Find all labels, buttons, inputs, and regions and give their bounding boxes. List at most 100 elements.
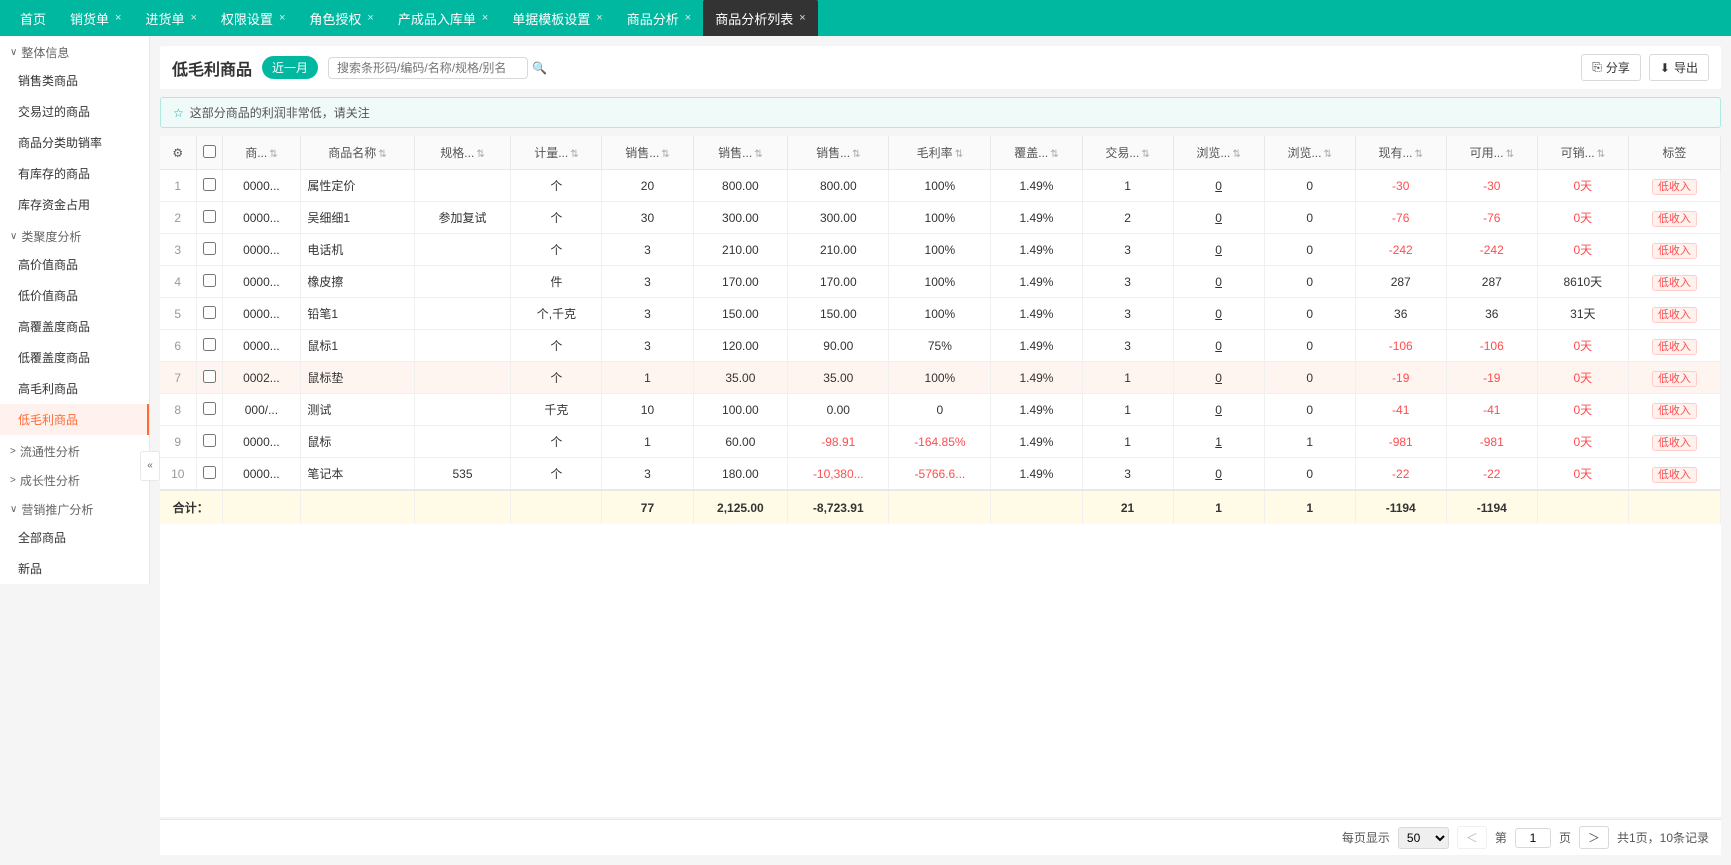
row-checkbox[interactable] [196,266,222,298]
nav-purchase-order[interactable]: 进货单 × [133,0,208,36]
sidebar-item-inventory-capital[interactable]: 库存资金占用 [0,189,149,220]
search-icon[interactable]: 🔍 [532,61,547,75]
sidebar-item-stocked-products[interactable]: 有库存的商品 [0,158,149,189]
sidebar-item-new-products[interactable]: 新品 [0,553,149,584]
col-coverage[interactable]: 覆盖...⇅ [991,136,1082,170]
row-checkbox[interactable] [196,202,222,234]
row-checkbox[interactable] [196,362,222,394]
col-gross-rate[interactable]: 毛利率⇅ [889,136,991,170]
col-spec[interactable]: 规格...⇅ [414,136,511,170]
sidebar-section-growth[interactable]: > 成长性分析 [0,464,149,493]
row-browse1[interactable]: 0 [1173,330,1264,362]
nav-role-auth[interactable]: 角色授权 × [297,0,385,36]
row-browse1[interactable]: 0 [1173,362,1264,394]
row-coverage: 1.49% [991,202,1082,234]
col-browse1[interactable]: 浏览...⇅ [1173,136,1264,170]
row-checkbox[interactable] [196,458,222,491]
close-icon[interactable]: × [115,12,121,24]
row-select-checkbox[interactable] [203,274,216,287]
close-icon[interactable]: × [279,12,285,24]
row-browse1[interactable]: 0 [1173,266,1264,298]
close-icon[interactable]: × [799,12,805,24]
sidebar-item-high-value[interactable]: 高价值商品 [0,249,149,280]
sidebar-section-overall[interactable]: ∨ 整体信息 [0,36,149,65]
sidebar-item-traded-products[interactable]: 交易过的商品 [0,96,149,127]
nav-product-inbound[interactable]: 产成品入库单 × [386,0,500,36]
row-stock: 287 [1355,266,1446,298]
col-transactions[interactable]: 交易...⇅ [1082,136,1173,170]
row-browse1[interactable]: 0 [1173,170,1264,202]
row-select-checkbox[interactable] [203,178,216,191]
col-unit[interactable]: 计量...⇅ [511,136,602,170]
col-name[interactable]: 商品名称⇅ [301,136,414,170]
per-page-select[interactable]: 10 20 50 100 [1398,827,1449,849]
row-browse1[interactable]: 0 [1173,202,1264,234]
row-browse1[interactable]: 0 [1173,458,1264,491]
prev-page-button[interactable]: ＜ [1457,826,1487,849]
sidebar-item-category-sales-rate[interactable]: 商品分类助销率 [0,127,149,158]
row-browse1[interactable]: 0 [1173,298,1264,330]
col-sales-profit[interactable]: 销售...⇅ [788,136,889,170]
select-all-checkbox[interactable] [203,145,216,158]
row-tag: 低收入 [1628,202,1720,234]
share-button[interactable]: ⎘ 分享 [1581,54,1641,81]
next-page-button[interactable]: ＞ [1579,826,1609,849]
row-checkbox[interactable] [196,234,222,266]
col-browse2[interactable]: 浏览...⇅ [1264,136,1355,170]
close-icon[interactable]: × [685,12,691,24]
row-select-checkbox[interactable] [203,306,216,319]
nav-sales-order[interactable]: 销货单 × [58,0,133,36]
col-code[interactable]: 商...⇅ [222,136,301,170]
page-number-input[interactable] [1515,828,1551,848]
row-checkbox[interactable] [196,170,222,202]
sidebar-item-sales-products[interactable]: 销售类商品 [0,65,149,96]
sidebar-collapse-button[interactable]: « [140,451,160,481]
nav-template-setting[interactable]: 单据模板设置 × [500,0,614,36]
search-input[interactable] [328,57,528,79]
sidebar-item-high-margin[interactable]: 高毛利商品 [0,373,149,404]
data-table-container[interactable]: ⚙ 商...⇅ 商品名称⇅ 规格...⇅ 计量...⇅ 销售...⇅ 销售...… [160,136,1721,817]
row-select-checkbox[interactable] [203,338,216,351]
row-select-checkbox[interactable] [203,402,216,415]
col-sales-amt[interactable]: 销售...⇅ [693,136,788,170]
sidebar-item-high-coverage[interactable]: 高覆盖度商品 [0,311,149,342]
row-browse1[interactable]: 0 [1173,394,1264,426]
close-icon[interactable]: × [482,12,488,24]
nav-home[interactable]: 首页 [8,0,58,36]
row-select-checkbox[interactable] [203,370,216,383]
sidebar-section-circulation[interactable]: > 流通性分析 [0,435,149,464]
row-checkbox[interactable] [196,298,222,330]
sidebar-item-all-products[interactable]: 全部商品 [0,522,149,553]
sidebar-item-low-value[interactable]: 低价值商品 [0,280,149,311]
nav-product-analysis-list[interactable]: 商品分析列表 × [703,0,817,36]
row-select-checkbox[interactable] [203,466,216,479]
row-checkbox[interactable] [196,426,222,458]
row-checkbox[interactable] [196,394,222,426]
row-select-checkbox[interactable] [203,434,216,447]
row-select-checkbox[interactable] [203,242,216,255]
col-sellable[interactable]: 可销...⇅ [1537,136,1628,170]
sidebar-section-marketing[interactable]: ∨ 营销推广分析 [0,493,149,522]
col-stock[interactable]: 现有...⇅ [1355,136,1446,170]
close-icon[interactable]: × [190,12,196,24]
col-checkbox-all[interactable] [196,136,222,170]
table-row: 9 0000... 鼠标 个 1 60.00 -98.91 -164.85% 1… [160,426,1721,458]
row-available: -76 [1446,202,1537,234]
row-select-checkbox[interactable] [203,210,216,223]
sidebar-section-cluster[interactable]: ∨ 类聚度分析 [0,220,149,249]
row-browse1[interactable]: 0 [1173,234,1264,266]
row-browse1[interactable]: 1 [1173,426,1264,458]
sidebar-item-low-coverage[interactable]: 低覆盖度商品 [0,342,149,373]
row-gross-rate: 100% [889,362,991,394]
nav-product-analysis[interactable]: 商品分析 × [615,0,703,36]
col-available[interactable]: 可用...⇅ [1446,136,1537,170]
row-checkbox[interactable] [196,330,222,362]
export-button[interactable]: ⬇ 导出 [1649,54,1709,81]
close-icon[interactable]: × [596,12,602,24]
sidebar-item-low-margin[interactable]: 低毛利商品 [0,404,149,435]
close-icon[interactable]: × [367,12,373,24]
nav-permission-setting[interactable]: 权限设置 × [209,0,297,36]
col-sales-qty[interactable]: 销售...⇅ [602,136,693,170]
col-settings[interactable]: ⚙ [160,136,196,170]
filter-recent-month-button[interactable]: 近一月 [262,56,318,79]
